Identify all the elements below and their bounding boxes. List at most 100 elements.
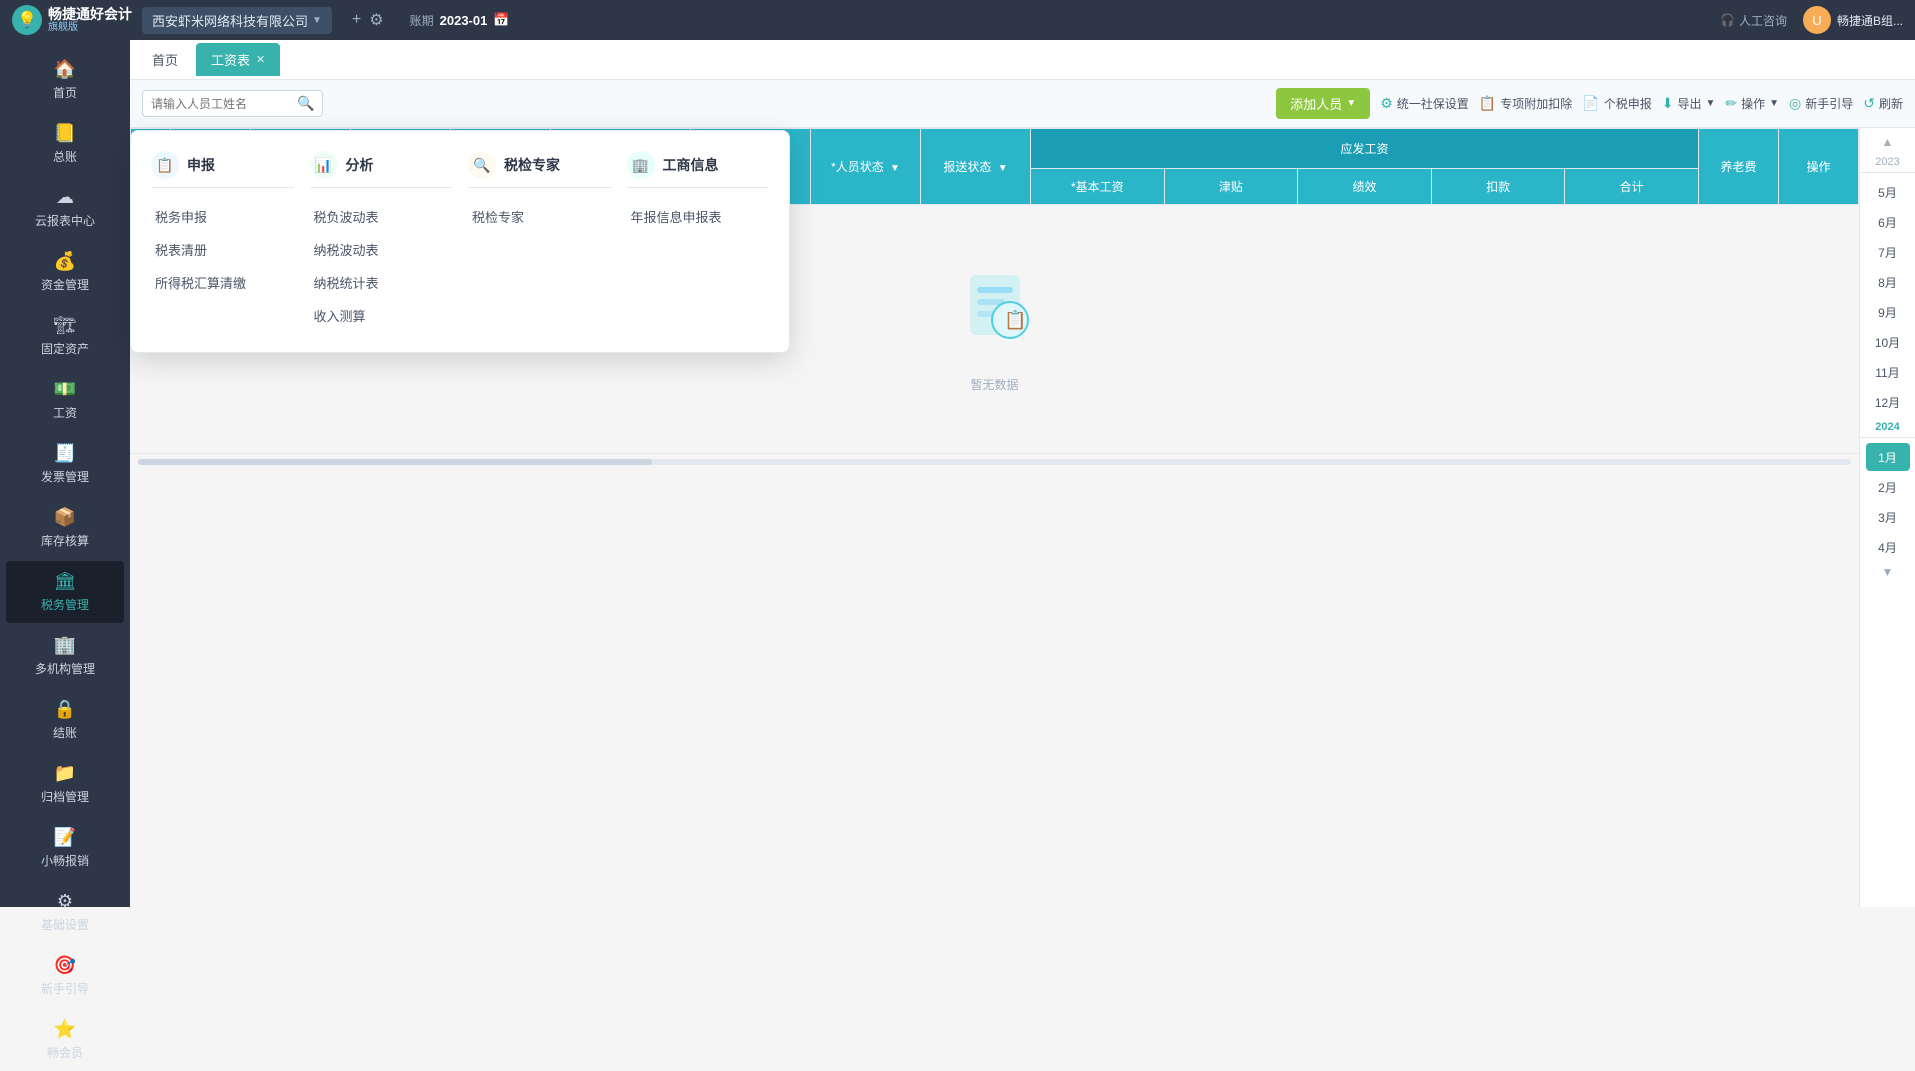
sidebar-label-assets: 固定资产	[41, 340, 89, 357]
tax-declare-action[interactable]: 📄 个税申报	[1582, 95, 1651, 112]
settings-button[interactable]: ⚙	[369, 10, 383, 30]
empty-icon: 📋	[955, 265, 1035, 364]
period-value: 2023-01	[440, 13, 488, 28]
guide-action[interactable]: ◎ 新手引导	[1789, 95, 1853, 112]
scroll-track	[138, 459, 1851, 465]
section-title-business: 🏢 工商信息	[627, 151, 770, 188]
send-filter-icon[interactable]: ▼	[998, 163, 1008, 174]
sidebar-item-cloud[interactable]: ☁ 云报表中心	[6, 177, 124, 239]
operate-action[interactable]: ✏ 操作 ▼	[1725, 95, 1779, 112]
th-pension: 养老费	[1699, 129, 1779, 205]
salary-tab-label: 工资表	[211, 50, 250, 69]
th-deduction: 扣款	[1431, 169, 1565, 205]
sidebar-item-invoice[interactable]: 🧾 发票管理	[6, 433, 124, 495]
sidebar-item-ledger[interactable]: 📒 总账	[6, 113, 124, 175]
sidebar-item-funds[interactable]: 💰 资金管理	[6, 241, 124, 303]
guide-label: 新手引导	[1805, 95, 1853, 112]
tax-declare-label: 个税申报	[1604, 95, 1652, 112]
assets-icon: 🏗	[54, 315, 77, 336]
sidebar-item-archive[interactable]: 📁 归档管理	[6, 753, 124, 815]
sidebar-item-guide[interactable]: 🎯 新手引导	[6, 945, 124, 1007]
horizontal-scrollbar[interactable]	[130, 453, 1859, 469]
menu-item-income-calc[interactable]: 所得税汇算清缴	[151, 266, 294, 299]
sidebar-label-cloud: 云报表中心	[35, 212, 95, 229]
add-button[interactable]: +	[352, 11, 361, 29]
tab-home[interactable]: 首页	[138, 44, 192, 75]
sidebar-item-member[interactable]: ⭐ 畅会员	[6, 1009, 124, 1071]
user-info[interactable]: U 畅捷通B组...	[1803, 6, 1903, 34]
menu-item-income-calc2[interactable]: 收入测算	[310, 299, 453, 332]
calendar-year-2023: 2023	[1860, 152, 1915, 173]
home-tab-label: 首页	[152, 50, 178, 69]
cal-month-10[interactable]: 10月	[1866, 328, 1910, 356]
multi-icon: 🏢	[54, 635, 76, 656]
service-button[interactable]: 🎧 人工咨询	[1720, 12, 1787, 29]
topbar-actions: + ⚙	[352, 10, 384, 30]
sidebar-item-home[interactable]: 🏠 首页	[6, 49, 124, 111]
period-info: 账期 2023-01 📅	[410, 12, 510, 29]
export-action[interactable]: ⬇ 导出 ▼	[1662, 95, 1716, 112]
menu-item-tax-stat[interactable]: 纳税统计表	[310, 266, 453, 299]
dropdown-section-business: 🏢 工商信息 年报信息申报表	[627, 151, 770, 332]
cal-month-2024-3[interactable]: 3月	[1866, 503, 1910, 531]
sidebar-label-guide: 新手引导	[41, 980, 89, 997]
special-deduction-label: 专项附加扣除	[1500, 95, 1572, 112]
status-filter-icon[interactable]: ▼	[890, 163, 900, 174]
export-icon: ⬇	[1662, 95, 1674, 112]
cal-month-2024-2[interactable]: 2月	[1866, 473, 1910, 501]
scroll-thumb[interactable]	[138, 459, 652, 465]
tab-close-icon[interactable]: ✕	[256, 53, 265, 66]
calendar-prev[interactable]: ▲	[1873, 132, 1903, 152]
export-label: 导出	[1677, 95, 1701, 112]
sidebar-item-inventory[interactable]: 📦 库存核算	[6, 497, 124, 559]
cal-month-6[interactable]: 6月	[1866, 208, 1910, 236]
social-insurance-action[interactable]: ⚙ 统一社保设置	[1380, 95, 1469, 112]
sidebar-item-assets[interactable]: 🏗 固定资产	[6, 305, 124, 367]
guide-icon: 🎯	[54, 955, 76, 976]
dropdown-sections: 📋 申报 税务申报 税表清册 所得税汇算清缴 📊 分析 税负波动表	[151, 151, 769, 332]
menu-item-tax-expert[interactable]: 税检专家	[468, 200, 611, 233]
menu-item-tax-fluctuation[interactable]: 税负波动表	[310, 200, 453, 233]
menu-item-tax-table[interactable]: 税表清册	[151, 233, 294, 266]
dropdown-section-analysis: 📊 分析 税负波动表 纳税波动表 纳税统计表 收入测算	[310, 151, 453, 332]
company-selector[interactable]: 西安虾米网络科技有限公司 ▼	[142, 7, 332, 34]
sidebar-label-multi: 多机构管理	[35, 660, 95, 677]
cal-month-2024-1[interactable]: 1月	[1866, 443, 1910, 471]
home-icon: 🏠	[54, 59, 76, 80]
refresh-label: 刷新	[1879, 95, 1903, 112]
calendar-icon[interactable]: 📅	[493, 12, 509, 28]
analysis-icon: 📊	[310, 151, 338, 179]
cal-month-2024-4[interactable]: 4月	[1866, 533, 1910, 561]
sidebar-item-multi[interactable]: 🏢 多机构管理	[6, 625, 124, 687]
archive-icon: 📁	[54, 763, 76, 784]
menu-item-annual-report[interactable]: 年报信息申报表	[627, 200, 770, 233]
cal-month-9[interactable]: 9月	[1866, 298, 1910, 326]
tab-salary[interactable]: 工资表 ✕	[196, 43, 280, 76]
svg-text:📋: 📋	[1004, 309, 1026, 330]
calendar-next[interactable]: ▼	[1873, 562, 1903, 582]
refresh-action[interactable]: ↺ 刷新	[1863, 95, 1903, 112]
headset-icon: 🎧	[1720, 13, 1735, 27]
social-insurance-label: 统一社保设置	[1397, 95, 1469, 112]
cal-month-12[interactable]: 12月	[1866, 388, 1910, 416]
search-input[interactable]	[151, 97, 291, 111]
dropdown-section-expert: 🔍 税检专家 税检专家	[468, 151, 611, 332]
cal-month-5[interactable]: 5月	[1866, 178, 1910, 206]
menu-item-tax-trend[interactable]: 纳税波动表	[310, 233, 453, 266]
special-deduction-action[interactable]: 📋 专项附加扣除	[1479, 95, 1572, 112]
sidebar-item-close[interactable]: 🔒 结账	[6, 689, 124, 751]
sidebar-item-settings[interactable]: ⚙ 基础设置	[6, 881, 124, 943]
menu-item-tax-declare[interactable]: 税务申报	[151, 200, 294, 233]
sidebar-label-member: 畅会员	[47, 1044, 83, 1061]
close-accounts-icon: 🔒	[54, 699, 76, 720]
sidebar-item-report[interactable]: 📝 小畅报销	[6, 817, 124, 879]
th-allowance: 津贴	[1164, 169, 1298, 205]
sidebar-item-salary[interactable]: 💵 工资	[6, 369, 124, 431]
sidebar-label-invoice: 发票管理	[41, 468, 89, 485]
cal-month-7[interactable]: 7月	[1866, 238, 1910, 266]
add-person-button[interactable]: 添加人员 ▼	[1276, 88, 1370, 119]
cal-month-11[interactable]: 11月	[1866, 358, 1910, 386]
sidebar-item-tax[interactable]: 🏛 税务管理	[6, 561, 124, 623]
sidebar-label-funds: 资金管理	[41, 276, 89, 293]
cal-month-8[interactable]: 8月	[1866, 268, 1910, 296]
